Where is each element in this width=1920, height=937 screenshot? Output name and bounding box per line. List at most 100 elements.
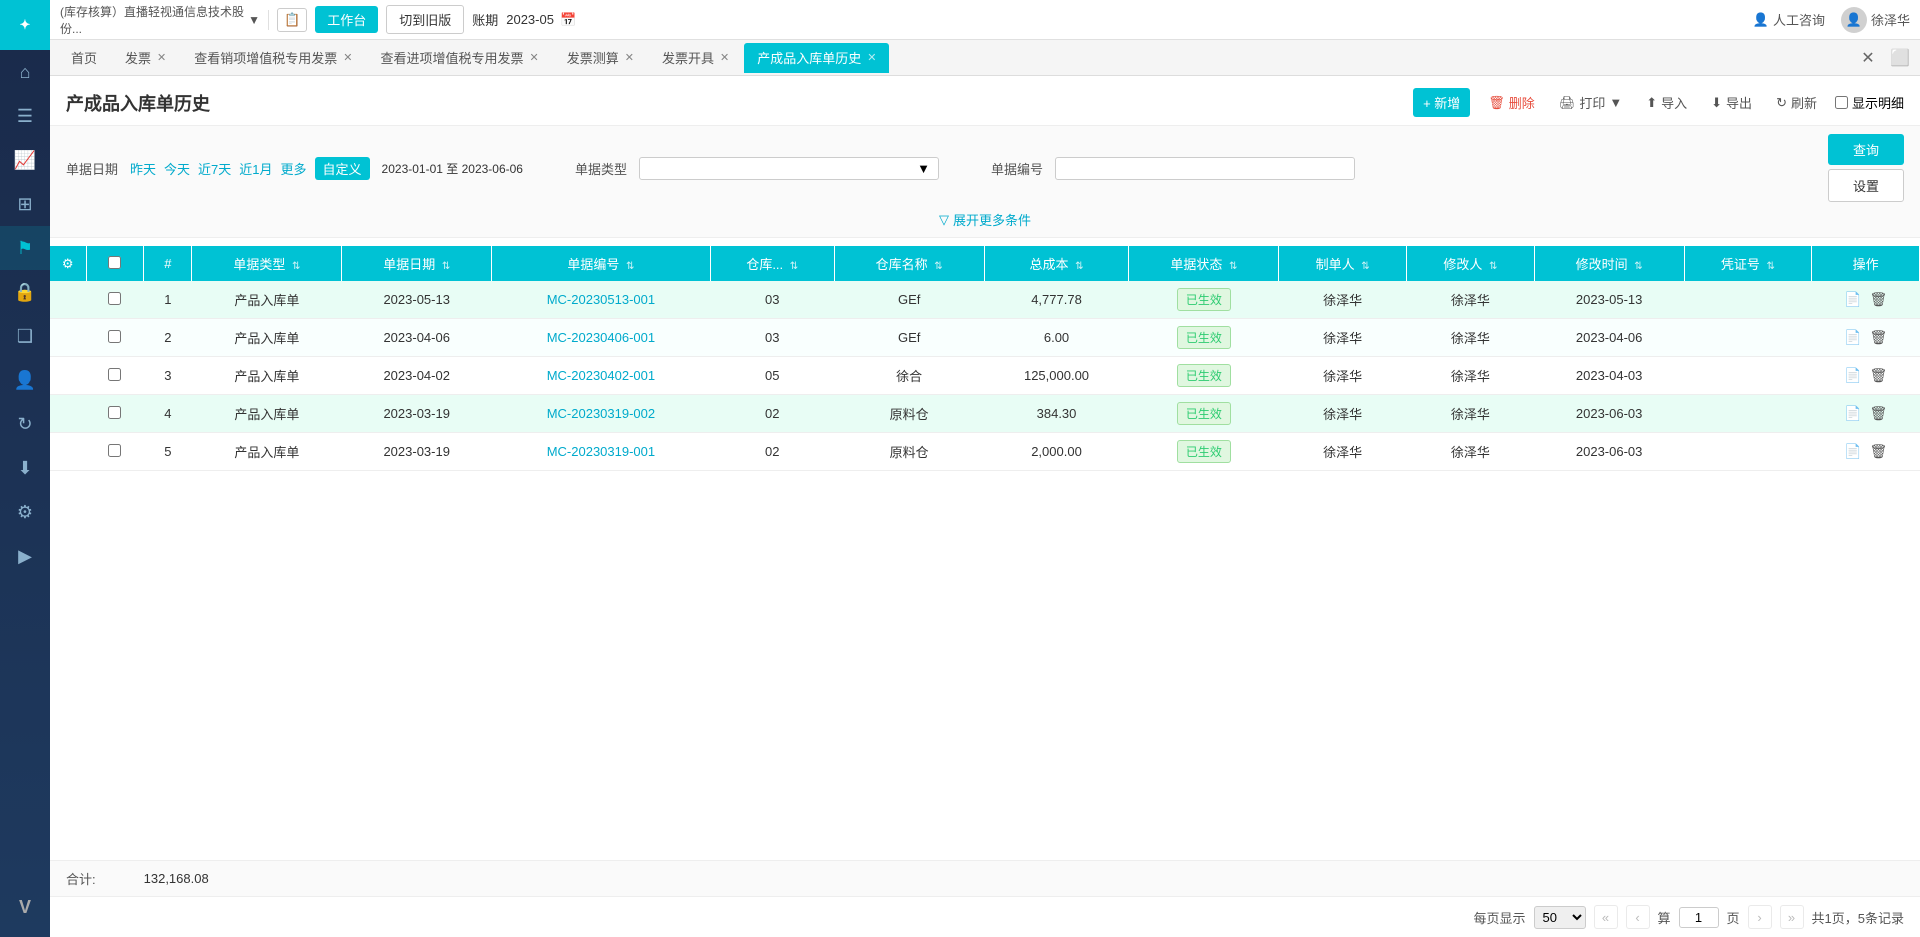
page-input[interactable]: [1679, 907, 1719, 928]
row-delete-btn-3[interactable]: 🗑: [1869, 367, 1887, 384]
sidebar-item-person[interactable]: 👤: [0, 358, 50, 402]
td-number-2[interactable]: MC-20230406-001: [492, 319, 711, 357]
sidebar-item-chart[interactable]: 📈: [0, 138, 50, 182]
support-btn[interactable]: 👤 人工咨询: [1747, 6, 1831, 33]
refresh-button[interactable]: ↻ 刷新: [1770, 89, 1823, 116]
close-icon-calc[interactable]: ✕: [625, 51, 634, 64]
user-info[interactable]: 👤 徐泽华: [1841, 7, 1910, 33]
print-button[interactable]: 🖨 打印 ▼: [1553, 89, 1628, 116]
sidebar-item-v[interactable]: V: [0, 885, 50, 929]
th-settings[interactable]: ⚙: [50, 246, 86, 281]
first-page-btn[interactable]: «: [1594, 905, 1618, 929]
select-all-checkbox[interactable]: [108, 256, 121, 269]
td-number-5[interactable]: MC-20230319-001: [492, 433, 711, 471]
number-link-5[interactable]: MC-20230319-001: [547, 444, 655, 459]
sidebar-item-grid[interactable]: ⊞: [0, 182, 50, 226]
export-button[interactable]: ⬇ 导出: [1705, 89, 1758, 116]
workbench-button[interactable]: 工作台: [315, 6, 378, 33]
expand-filter-btn[interactable]: ▽ 展开更多条件: [939, 210, 1031, 229]
type-filter-select[interactable]: ▼: [639, 157, 939, 180]
th-modify-time[interactable]: 修改时间 ⇅: [1534, 246, 1684, 281]
td-checkbox-1[interactable]: [86, 281, 144, 319]
row-delete-btn-4[interactable]: 🗑: [1869, 405, 1887, 422]
td-number-4[interactable]: MC-20230319-002: [492, 395, 711, 433]
sidebar-item-flag[interactable]: ⚑: [0, 226, 50, 270]
th-warehouse-code[interactable]: 仓库... ⇅: [710, 246, 834, 281]
number-filter-input[interactable]: [1055, 157, 1355, 180]
tab-invoice[interactable]: 发票 ✕: [112, 43, 179, 73]
row-edit-btn-1[interactable]: 📄: [1844, 291, 1861, 308]
close-icon-purchase[interactable]: ✕: [530, 51, 539, 64]
show-detail-checkbox[interactable]: [1835, 96, 1848, 109]
next-page-btn[interactable]: ›: [1748, 905, 1772, 929]
doc-icon-btn[interactable]: 📋: [277, 8, 307, 32]
tab-invoice-open[interactable]: 发票开具 ✕: [649, 43, 742, 73]
app-logo[interactable]: ✦: [0, 0, 50, 50]
close-icon-sales[interactable]: ✕: [343, 51, 352, 64]
th-voucher[interactable]: 凭证号 ⇅: [1684, 246, 1812, 281]
prev-page-btn[interactable]: ‹: [1626, 905, 1650, 929]
sidebar-item-lock[interactable]: 🔒: [0, 270, 50, 314]
td-checkbox-5[interactable]: [86, 433, 144, 471]
tab-invoice-calc[interactable]: 发票测算 ✕: [554, 43, 647, 73]
td-checkbox-3[interactable]: [86, 357, 144, 395]
sidebar-item-settings[interactable]: ⚙: [0, 490, 50, 534]
shortcut-today[interactable]: 今天: [164, 159, 190, 178]
th-checkbox[interactable]: [86, 246, 144, 281]
row-delete-btn-5[interactable]: 🗑: [1869, 443, 1887, 460]
row-checkbox-1[interactable]: [108, 292, 121, 305]
sidebar-item-refresh-nav[interactable]: ↻: [0, 402, 50, 446]
shortcut-7days[interactable]: 近7天: [198, 159, 231, 178]
td-number-1[interactable]: MC-20230513-001: [492, 281, 711, 319]
row-delete-btn-2[interactable]: 🗑: [1869, 329, 1887, 346]
row-checkbox-2[interactable]: [108, 330, 121, 343]
close-icon-open[interactable]: ✕: [720, 51, 729, 64]
number-link-2[interactable]: MC-20230406-001: [547, 330, 655, 345]
row-edit-btn-4[interactable]: 📄: [1844, 405, 1861, 422]
import-button[interactable]: ⬆ 导入: [1640, 89, 1693, 116]
shortcut-custom[interactable]: 自定义: [315, 157, 370, 180]
row-edit-btn-2[interactable]: 📄: [1844, 329, 1861, 346]
number-link-3[interactable]: MC-20230402-001: [547, 368, 655, 383]
row-checkbox-4[interactable]: [108, 406, 121, 419]
td-number-3[interactable]: MC-20230402-001: [492, 357, 711, 395]
company-selector[interactable]: (库存核算）直播轻视通信息技术股份... ▼: [60, 3, 260, 37]
new-button[interactable]: + 新增: [1413, 88, 1470, 117]
row-edit-btn-5[interactable]: 📄: [1844, 443, 1861, 460]
tab-close-all-btn[interactable]: ✕: [1856, 46, 1880, 70]
td-checkbox-2[interactable]: [86, 319, 144, 357]
th-modifier[interactable]: 修改人 ⇅: [1407, 246, 1535, 281]
th-type[interactable]: 单据类型 ⇅: [192, 246, 342, 281]
number-link-4[interactable]: MC-20230319-002: [547, 406, 655, 421]
tab-product-history[interactable]: 产成品入库单历史 ✕: [744, 43, 889, 73]
sidebar-item-play[interactable]: ▶: [0, 534, 50, 578]
sidebar-item-doc[interactable]: ☰: [0, 94, 50, 138]
row-delete-btn-1[interactable]: 🗑: [1869, 291, 1887, 308]
per-page-select[interactable]: 50 100 200: [1534, 906, 1586, 929]
th-number[interactable]: 单据编号 ⇅: [492, 246, 711, 281]
switch-version-button[interactable]: 切到旧版: [386, 5, 464, 34]
sidebar-item-home[interactable]: ⌂: [0, 50, 50, 94]
sidebar-item-layers[interactable]: ❑: [0, 314, 50, 358]
th-total-cost[interactable]: 总成本 ⇅: [984, 246, 1129, 281]
row-checkbox-5[interactable]: [108, 444, 121, 457]
last-page-btn[interactable]: »: [1780, 905, 1804, 929]
shortcut-yesterday[interactable]: 昨天: [130, 159, 156, 178]
set-button[interactable]: 设置: [1828, 169, 1904, 202]
th-warehouse-name[interactable]: 仓库名称 ⇅: [834, 246, 984, 281]
query-button[interactable]: 查询: [1828, 134, 1904, 165]
delete-button[interactable]: 🗑 删除: [1482, 89, 1541, 116]
th-date[interactable]: 单据日期 ⇅: [342, 246, 492, 281]
sidebar-item-download[interactable]: ⬇: [0, 446, 50, 490]
shortcut-more[interactable]: 更多: [281, 159, 307, 178]
th-status[interactable]: 单据状态 ⇅: [1129, 246, 1279, 281]
close-icon-invoice[interactable]: ✕: [157, 51, 166, 64]
th-creator[interactable]: 制单人 ⇅: [1279, 246, 1407, 281]
tab-home[interactable]: 首页: [58, 43, 110, 73]
close-icon-history[interactable]: ✕: [867, 51, 876, 64]
row-checkbox-3[interactable]: [108, 368, 121, 381]
td-checkbox-4[interactable]: [86, 395, 144, 433]
shortcut-1month[interactable]: 近1月: [239, 159, 272, 178]
tab-check-sales[interactable]: 查看销项增值税专用发票 ✕: [181, 43, 365, 73]
tab-check-purchase[interactable]: 查看进项增值税专用发票 ✕: [367, 43, 551, 73]
